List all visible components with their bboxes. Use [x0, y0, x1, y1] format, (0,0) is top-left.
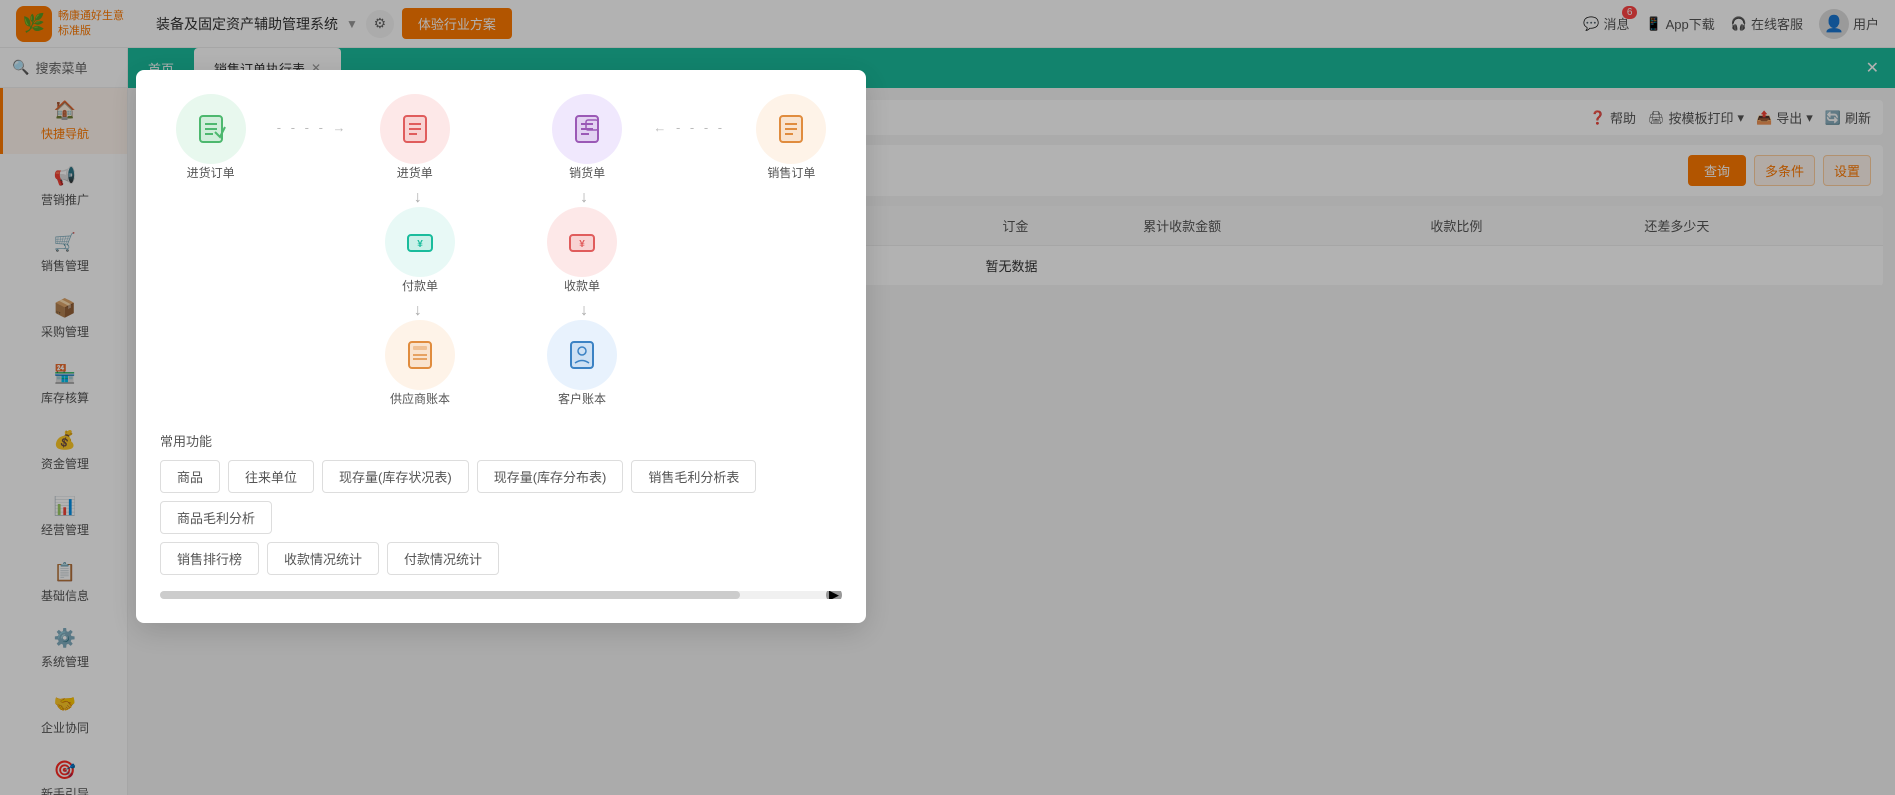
purchase-order-label: 进货订单 — [187, 164, 235, 181]
down-arrow-purchase-bill: ↓ — [378, 189, 458, 207]
func-btn-product[interactable]: 商品 — [160, 460, 220, 493]
func-btn-product-profit[interactable]: 商品毛利分析 — [160, 501, 272, 534]
sales-bill-label: 销货单 — [569, 164, 605, 181]
common-functions-section: 常用功能 商品 往来单位 现存量(库存状况表) 现存量(库存分布表) 销售毛利分… — [160, 431, 842, 599]
flow-node-purchase-bill[interactable]: 进货单 — [380, 94, 450, 181]
sales-bill-icon — [552, 94, 622, 164]
receipt-label: 收款单 — [564, 277, 600, 294]
svg-text:¥: ¥ — [579, 239, 585, 250]
func-btn-payment-stats[interactable]: 付款情况统计 — [387, 542, 499, 575]
down-arrow-sales-bill: ↓ — [544, 189, 624, 207]
flow-node-purchase-order[interactable]: 进货订单 — [176, 94, 246, 181]
svg-text:¥: ¥ — [417, 239, 423, 250]
supplier-account-icon — [385, 320, 455, 390]
receipt-icon: ¥ — [547, 207, 617, 277]
down-arrow-payment: ↓ — [378, 302, 458, 320]
func-btn-sales-ranking[interactable]: 销售排行榜 — [160, 542, 259, 575]
func-btn-receipt-stats[interactable]: 收款情况统计 — [267, 542, 379, 575]
func-btn-stock-status[interactable]: 现存量(库存状况表) — [322, 460, 469, 493]
popup-scrollbar[interactable]: ▶ — [160, 591, 842, 599]
func-btn-stock-dist[interactable]: 现存量(库存分布表) — [477, 460, 624, 493]
func-buttons: 商品 往来单位 现存量(库存状况表) 现存量(库存分布表) 销售毛利分析表 商品… — [160, 460, 842, 534]
flow-node-supplier-account[interactable]: 供应商账本 — [385, 320, 455, 407]
flow-node-customer-account[interactable]: 客户账本 — [547, 320, 617, 407]
common-func-title: 常用功能 — [160, 431, 842, 450]
payment-icon: ¥ — [385, 207, 455, 277]
flow-node-receipt[interactable]: ¥ 收款单 — [547, 207, 617, 294]
purchase-bill-icon — [380, 94, 450, 164]
func-btn-partner[interactable]: 往来单位 — [228, 460, 314, 493]
down-arrow-receipt: ↓ — [544, 302, 624, 320]
payment-label: 付款单 — [402, 277, 438, 294]
sales-order-label: 销售订单 — [767, 164, 815, 181]
flow-node-payment[interactable]: ¥ 付款单 — [385, 207, 455, 294]
sales-order-icon — [756, 94, 826, 164]
flow-node-sales-bill[interactable]: 销货单 — [552, 94, 622, 181]
func-buttons-row2: 销售排行榜 收款情况统计 付款情况统计 — [160, 542, 842, 575]
customer-account-icon — [547, 320, 617, 390]
purchase-bill-label: 进货单 — [397, 164, 433, 181]
func-btn-sales-profit[interactable]: 销售毛利分析表 — [631, 460, 756, 493]
purchase-order-icon — [176, 94, 246, 164]
flow-node-sales-order[interactable]: 销售订单 — [756, 94, 826, 181]
supplier-account-label: 供应商账本 — [390, 390, 450, 407]
customer-account-label: 客户账本 — [558, 390, 606, 407]
popup: 进货订单 - - - - → — [136, 70, 866, 623]
overlay[interactable]: 进货订单 - - - - → — [0, 0, 1895, 795]
